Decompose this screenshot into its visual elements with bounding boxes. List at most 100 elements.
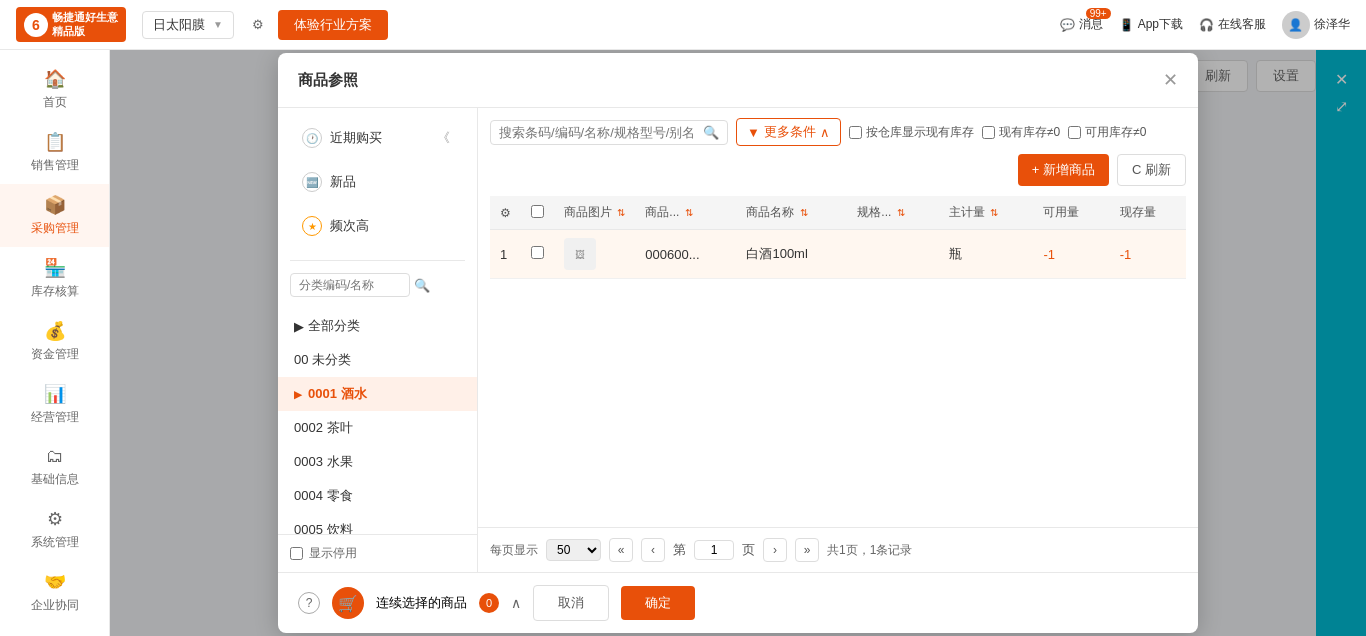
category-search-input[interactable] (290, 273, 410, 297)
nav-selector[interactable]: 日太阳膜 ▼ (142, 11, 234, 39)
nav-right: 💬 消息 99+ 📱 App下载 🎧 在线客服 👤 徐泽华 (1060, 11, 1350, 39)
cell-code: 000600... (635, 230, 736, 279)
checkbox-available-nonzero[interactable]: 可用库存≠0 (1068, 124, 1146, 141)
category-4[interactable]: 0004 零食 (278, 479, 477, 513)
sidebar-item-inventory[interactable]: 🏪 库存核算 (0, 247, 109, 310)
sidebar-label-purchase: 采购管理 (31, 220, 79, 237)
per-page-select[interactable]: 50 100 (546, 539, 601, 561)
frequent-item[interactable]: ★ 频次高 (290, 208, 465, 244)
selector-label: 日太阳膜 (153, 16, 205, 34)
th-stock[interactable]: 现存量 (1110, 196, 1186, 230)
content-area: 查询 刷新 设置 ✕ ⤢ 商品参照 ✕ (110, 50, 1366, 636)
page-last-btn[interactable]: » (795, 538, 819, 562)
category-0[interactable]: 00 未分类 (278, 343, 477, 377)
customer-service-btn[interactable]: 🎧 在线客服 (1199, 16, 1266, 33)
sidebar-label-operation: 经营管理 (31, 409, 79, 426)
page-number-input[interactable] (694, 540, 734, 560)
new-product-button[interactable]: + 新增商品 (1018, 154, 1109, 186)
select-all-checkbox[interactable] (531, 205, 544, 218)
confirm-button[interactable]: 确定 (621, 586, 695, 620)
sidebar-label-enterprise: 企业协同 (31, 597, 79, 614)
show-disabled-row: 显示停用 (278, 534, 477, 572)
category-all-label: ▶ (294, 319, 304, 334)
th-check (521, 196, 554, 230)
footer-collapse-icon[interactable]: ∧ (511, 595, 521, 611)
modal-overlay: 商品参照 ✕ 🕐 近期购买 《 🆕 (110, 50, 1366, 636)
sidebar-item-basic[interactable]: 🗂 基础信息 (0, 436, 109, 498)
total-info: 共1页，1条记录 (827, 542, 912, 559)
cell-check (521, 230, 554, 279)
available-nonzero-checkbox[interactable] (1068, 126, 1081, 139)
app-download-btn[interactable]: 📱 App下载 (1119, 16, 1183, 33)
table-header: ⚙ 商品图片 ⇅ 商品... ⇅ (490, 196, 1186, 230)
sidebar-label-basic: 基础信息 (31, 471, 79, 488)
stock-nonzero-label: 现有库存≠0 (999, 124, 1060, 141)
th-available[interactable]: 可用量 (1033, 196, 1109, 230)
toolbar: 🔍 ▼ 更多条件 ∧ 按仓库显示现有库存 (478, 108, 1198, 196)
collapse-button[interactable]: 《 (433, 128, 453, 148)
sidebar-item-enterprise[interactable]: 🤝 企业协同 (0, 561, 109, 624)
page-first-btn[interactable]: « (609, 538, 633, 562)
product-search-icon[interactable]: 🔍 (703, 125, 719, 140)
category-2[interactable]: 0002 茶叶 (278, 411, 477, 445)
show-disabled-checkbox[interactable] (290, 547, 303, 560)
page-unit: 页 (742, 541, 755, 559)
modal-close-button[interactable]: ✕ (1163, 69, 1178, 91)
messages-btn[interactable]: 💬 消息 99+ (1060, 16, 1103, 33)
th-spec[interactable]: 规格... ⇅ (847, 196, 939, 230)
checkbox-stock-nonzero[interactable]: 现有库存≠0 (982, 124, 1060, 141)
available-nonzero-label: 可用库存≠0 (1085, 124, 1146, 141)
settings-icon-btn[interactable]: ⚙ (242, 9, 274, 41)
basic-icon: 🗂 (46, 446, 64, 467)
table-body: 1 🖼 000600... 白酒100ml 瓶 (490, 230, 1186, 279)
page-next-btn[interactable]: › (763, 538, 787, 562)
user-name: 徐泽华 (1314, 16, 1350, 33)
category-all[interactable]: ▶ 全部分类 (278, 309, 477, 343)
category-1-active[interactable]: 0001 酒水 (278, 377, 477, 411)
right-panel: 🔍 ▼ 更多条件 ∧ 按仓库显示现有库存 (478, 108, 1198, 572)
category-search-icon[interactable]: 🔍 (414, 278, 430, 293)
warehouse-checkbox[interactable] (849, 126, 862, 139)
sidebar-item-finance[interactable]: 💰 资金管理 (0, 310, 109, 373)
cell-spec (847, 230, 939, 279)
filter-button[interactable]: ▼ 更多条件 ∧ (736, 118, 841, 146)
operation-icon: 📊 (44, 383, 66, 405)
logo-text1: 畅捷通好生意 (52, 11, 118, 24)
sidebar-item-purchase[interactable]: 📦 采购管理 (0, 184, 109, 247)
new-product-item[interactable]: 🆕 新品 (290, 164, 465, 200)
refresh-product-button[interactable]: C 刷新 (1117, 154, 1186, 186)
user-profile[interactable]: 👤 徐泽华 (1282, 11, 1350, 39)
category-5[interactable]: 0005 饮料 (278, 513, 477, 534)
settings-icon: ⚙ (252, 17, 264, 32)
page-prev-btn[interactable]: ‹ (641, 538, 665, 562)
new-label: 新品 (330, 173, 356, 191)
checkbox-warehouse[interactable]: 按仓库显示现有库存 (849, 124, 974, 141)
sort-code-icon: ⇅ (685, 207, 693, 218)
sidebar-item-operation[interactable]: 📊 经营管理 (0, 373, 109, 436)
cancel-button[interactable]: 取消 (533, 585, 609, 621)
cell-name: 白酒100ml (736, 230, 847, 279)
sidebar-item-system[interactable]: ⚙ 系统管理 (0, 498, 109, 561)
th-image[interactable]: 商品图片 ⇅ (554, 196, 635, 230)
logo-icon: 6 (24, 13, 48, 37)
th-unit[interactable]: 主计量 ⇅ (939, 196, 1033, 230)
th-setting[interactable]: ⚙ (490, 196, 521, 230)
sidebar-item-guide[interactable]: 📖 新手引导 (0, 624, 109, 636)
table-row[interactable]: 1 🖼 000600... 白酒100ml 瓶 (490, 230, 1186, 279)
product-search-input[interactable] (499, 125, 699, 140)
top-nav: 6 畅捷通好生意 精品版 日太阳膜 ▼ ⚙ 体验行业方案 💬 消息 99+ 📱 … (0, 0, 1366, 50)
sidebar-item-home[interactable]: 🏠 首页 (0, 58, 109, 121)
th-code[interactable]: 商品... ⇅ (635, 196, 736, 230)
page-word: 第 (673, 541, 686, 559)
avatar: 👤 (1282, 11, 1310, 39)
trial-button[interactable]: 体验行业方案 (278, 10, 388, 40)
cell-available: -1 (1033, 230, 1109, 279)
recent-purchase-item[interactable]: 🕐 近期购买 《 (290, 120, 465, 156)
help-icon[interactable]: ? (298, 592, 320, 614)
selector-arrow: ▼ (213, 19, 223, 30)
sidebar-item-sales[interactable]: 📋 销售管理 (0, 121, 109, 184)
category-3[interactable]: 0003 水果 (278, 445, 477, 479)
row-checkbox[interactable] (531, 246, 544, 259)
stock-nonzero-checkbox[interactable] (982, 126, 995, 139)
th-name[interactable]: 商品名称 ⇅ (736, 196, 847, 230)
